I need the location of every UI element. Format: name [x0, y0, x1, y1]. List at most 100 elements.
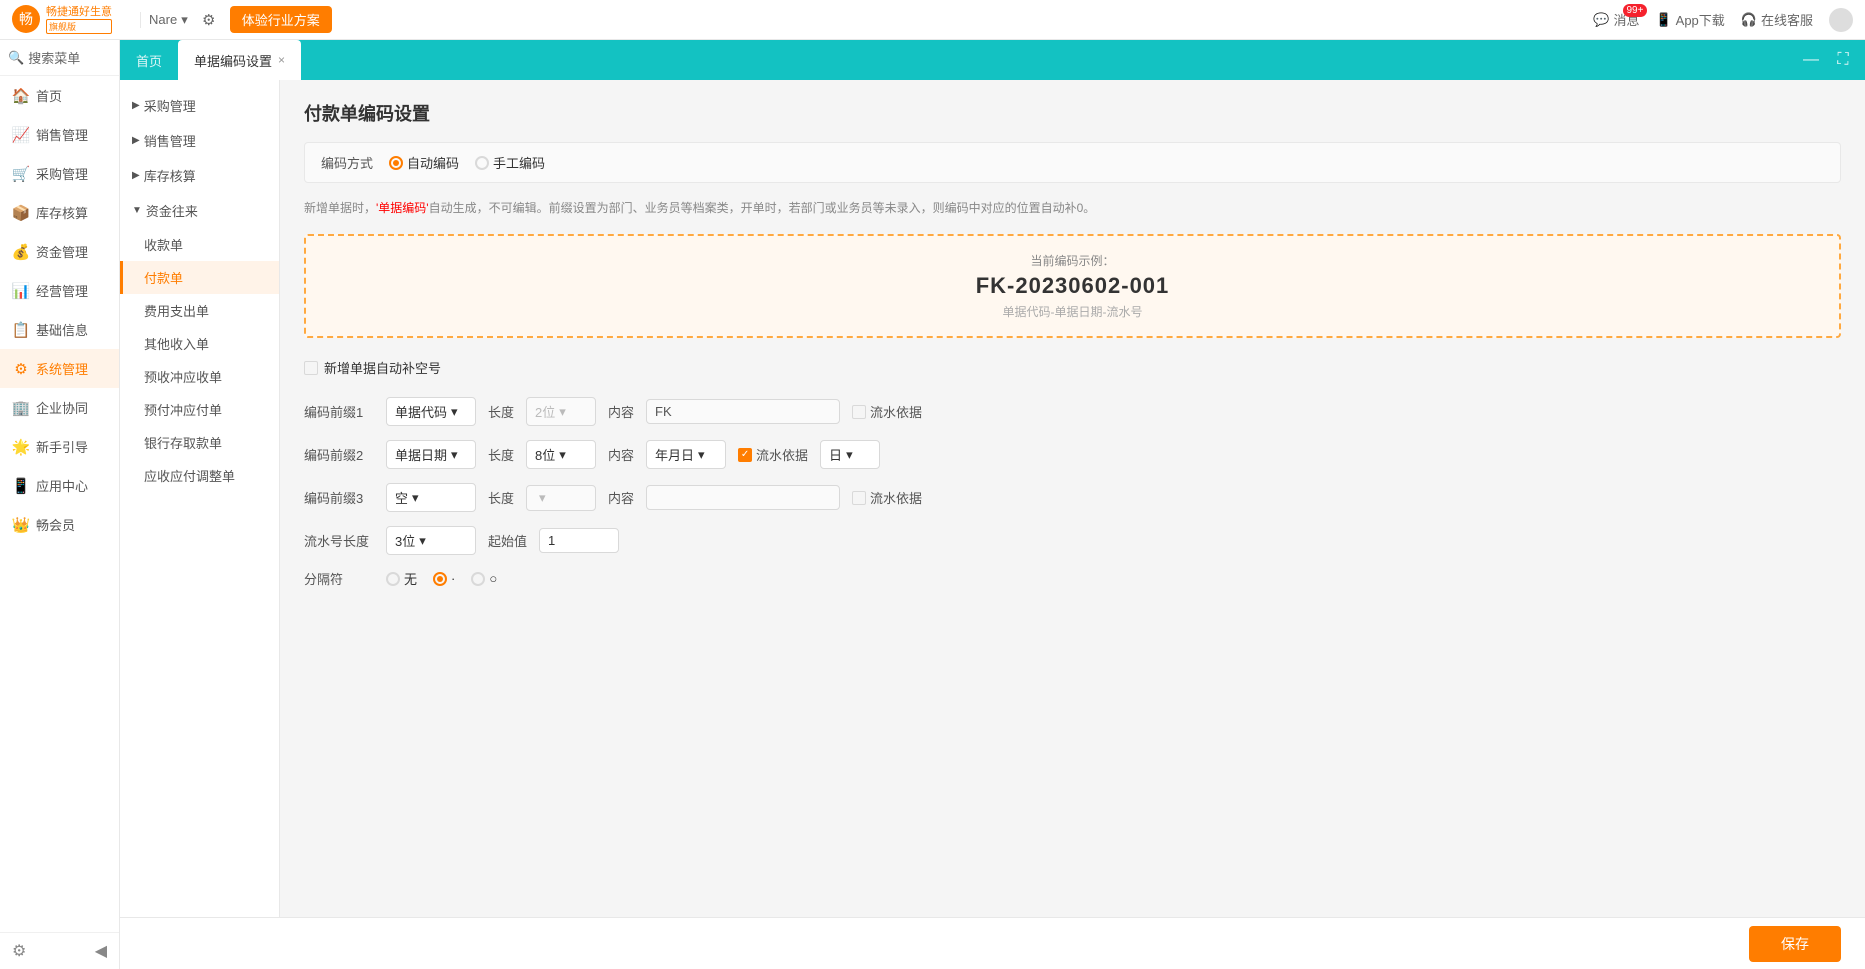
online-service-button[interactable]: 🎧 在线客服 [1741, 10, 1813, 29]
manual-encode-label: 手工编码 [493, 153, 545, 172]
sidebar-item-guide[interactable]: 🌟 新手引导 [0, 427, 119, 466]
sidebar-settings-icon[interactable]: ⚙ [12, 941, 26, 961]
submenu-item-receipt[interactable]: 收款单 [120, 228, 279, 261]
top-nav-dropdown[interactable]: Nare ▾ [149, 12, 188, 28]
home-icon: 🏠 [12, 87, 30, 105]
sidebar-item-home[interactable]: 🏠 首页 [0, 76, 119, 115]
brand-tag: 旗舰版 [46, 19, 112, 34]
manual-encode-radio[interactable]: 手工编码 [475, 153, 545, 172]
tab-encode-setting-label: 单据编码设置 [194, 51, 272, 70]
separator-circle-circle [471, 572, 485, 586]
tab-close-icon[interactable]: × [278, 53, 285, 67]
prefix1-label: 编码前缀1 [304, 402, 374, 421]
submenu-item-expense[interactable]: 费用支出单 [120, 294, 279, 327]
auto-encode-radio[interactable]: 自动编码 [389, 153, 459, 172]
length2-select[interactable]: 8位 ▾ [526, 440, 596, 469]
auto-encode-radio-circle [389, 156, 403, 170]
tab-encode-setting[interactable]: 单据编码设置 × [178, 40, 301, 80]
config-row-prefix1: 编码前缀1 单据代码 ▾ 长度 2位 ▾ 内容 流水依据 [304, 397, 1841, 426]
sidebar-item-sales[interactable]: 📈 销售管理 [0, 115, 119, 154]
sidebar-item-finance-label: 资金管理 [36, 242, 88, 261]
waterflow2-period-chevron: ▾ [846, 447, 853, 463]
sales-icon: 📈 [12, 126, 30, 144]
save-button[interactable]: 保存 [1749, 926, 1841, 962]
sidebar-item-basic[interactable]: 📋 基础信息 [0, 310, 119, 349]
length3-chevron-icon: ▾ [539, 490, 546, 506]
prefix1-select[interactable]: 单据代码 ▾ [386, 397, 476, 426]
sidebar-item-member[interactable]: 👑 畅会员 [0, 505, 119, 544]
top-settings-icon[interactable]: ⚙ [196, 7, 222, 33]
config-row-serial: 流水号长度 3位 ▾ 起始值 [304, 526, 1841, 555]
content2-select[interactable]: 年月日 ▾ [646, 440, 726, 469]
content3-input[interactable] [646, 485, 840, 510]
separator-dot-circle [433, 572, 447, 586]
waterflow3-label: 流水依据 [870, 488, 922, 507]
length2-value: 8位 [535, 445, 555, 464]
top-bar: 畅 畅捷通好生意 旗舰版 Nare ▾ ⚙ 体验行业方案 💬 消息 99+ 📱 … [0, 0, 1865, 40]
waterflow2-period-value: 日 [829, 445, 842, 464]
submenu-group-inventory-label: 库存核算 [144, 166, 196, 185]
content-area: 首页 单据编码设置 × — ⛶ ▶ 采购管理 [120, 40, 1865, 969]
submenu-group-finance-title[interactable]: ▼ 资金往来 [120, 193, 279, 228]
trial-button[interactable]: 体验行业方案 [230, 6, 332, 33]
prefix3-select[interactable]: 空 ▾ [386, 483, 476, 512]
tab-home[interactable]: 首页 [120, 40, 178, 80]
submenu-item-receivable-adjust[interactable]: 应收应付调整单 [120, 459, 279, 492]
submenu-item-other-income[interactable]: 其他收入单 [120, 327, 279, 360]
prefix2-select[interactable]: 单据日期 ▾ [386, 440, 476, 469]
prefix3-value: 空 [395, 488, 408, 507]
length1-chevron-icon: ▾ [559, 404, 566, 420]
waterflow2-checkbox[interactable]: ✓ [738, 448, 752, 462]
submenu-item-payment[interactable]: 付款单 [120, 261, 279, 294]
tab-bar: 首页 单据编码设置 × — ⛶ [120, 40, 1865, 80]
waterflow2-period-select[interactable]: 日 ▾ [820, 440, 880, 469]
submenu-group-purchase-title[interactable]: ▶ 采购管理 [120, 88, 279, 123]
length3-select[interactable]: ▾ [526, 485, 596, 511]
start-value-input[interactable] [539, 528, 619, 553]
sidebar-item-enterprise-label: 企业协同 [36, 398, 88, 417]
sidebar-item-operations[interactable]: 📊 经营管理 [0, 271, 119, 310]
waterflow2-item: ✓ 流水依据 [738, 445, 808, 464]
auto-fill-checkbox[interactable] [304, 361, 318, 375]
submenu-item-bank-deposit[interactable]: 银行存取款单 [120, 426, 279, 459]
submenu-item-advance-payment[interactable]: 预付冲应付单 [120, 393, 279, 426]
top-nav-label: Nare [149, 12, 177, 27]
tab-minimize-button[interactable]: — [1797, 46, 1825, 74]
brand-logo: 畅 [12, 5, 40, 33]
message-badge: 99+ [1623, 4, 1648, 17]
submenu-group-sales-title[interactable]: ▶ 销售管理 [120, 123, 279, 158]
sidebar-item-enterprise[interactable]: 🏢 企业协同 [0, 388, 119, 427]
submenu-group-inventory-title[interactable]: ▶ 库存核算 [120, 158, 279, 193]
submenu: ▶ 采购管理 ▶ 销售管理 ▶ 库存核算 [120, 80, 280, 917]
waterflow1-checkbox[interactable] [852, 405, 866, 419]
search-menu-button[interactable]: 🔍 搜索菜单 [0, 40, 119, 76]
basic-icon: 📋 [12, 321, 30, 339]
tab-maximize-button[interactable]: ⛶ [1829, 46, 1857, 74]
separator-none-radio[interactable]: 无 [386, 569, 417, 588]
separator-circle-radio[interactable]: ○ [471, 571, 497, 586]
sidebar-item-inventory[interactable]: 📦 库存核算 [0, 193, 119, 232]
guide-icon: 🌟 [12, 438, 30, 456]
content1-input[interactable] [646, 399, 840, 424]
sidebar-item-purchase[interactable]: 🛒 采购管理 [0, 154, 119, 193]
app-download-button[interactable]: 📱 App下载 [1655, 10, 1724, 29]
length1-select[interactable]: 2位 ▾ [526, 397, 596, 426]
submenu-item-advance-receipt[interactable]: 预收冲应收单 [120, 360, 279, 393]
separator-dot-radio[interactable]: · [433, 571, 455, 586]
length2-chevron-icon: ▾ [559, 447, 566, 463]
waterflow3-checkbox[interactable] [852, 491, 866, 505]
sidebar-collapse-icon[interactable]: ◀ [95, 941, 107, 961]
avatar[interactable] [1829, 8, 1853, 32]
sidebar-item-sales-label: 销售管理 [36, 125, 88, 144]
serial-length-select[interactable]: 3位 ▾ [386, 526, 476, 555]
sidebar-item-purchase-label: 采购管理 [36, 164, 88, 183]
sidebar-item-system[interactable]: ⚙ 系统管理 [0, 349, 119, 388]
online-service-icon: 🎧 [1741, 12, 1757, 28]
sidebar-item-guide-label: 新手引导 [36, 437, 88, 456]
message-button[interactable]: 💬 消息 99+ [1593, 10, 1639, 29]
sidebar-item-app-center[interactable]: 📱 应用中心 [0, 466, 119, 505]
page-title: 付款单编码设置 [304, 100, 1841, 126]
serial-length-label: 流水号长度 [304, 531, 374, 550]
waterflow2-label: 流水依据 [756, 445, 808, 464]
sidebar-item-finance[interactable]: 💰 资金管理 [0, 232, 119, 271]
